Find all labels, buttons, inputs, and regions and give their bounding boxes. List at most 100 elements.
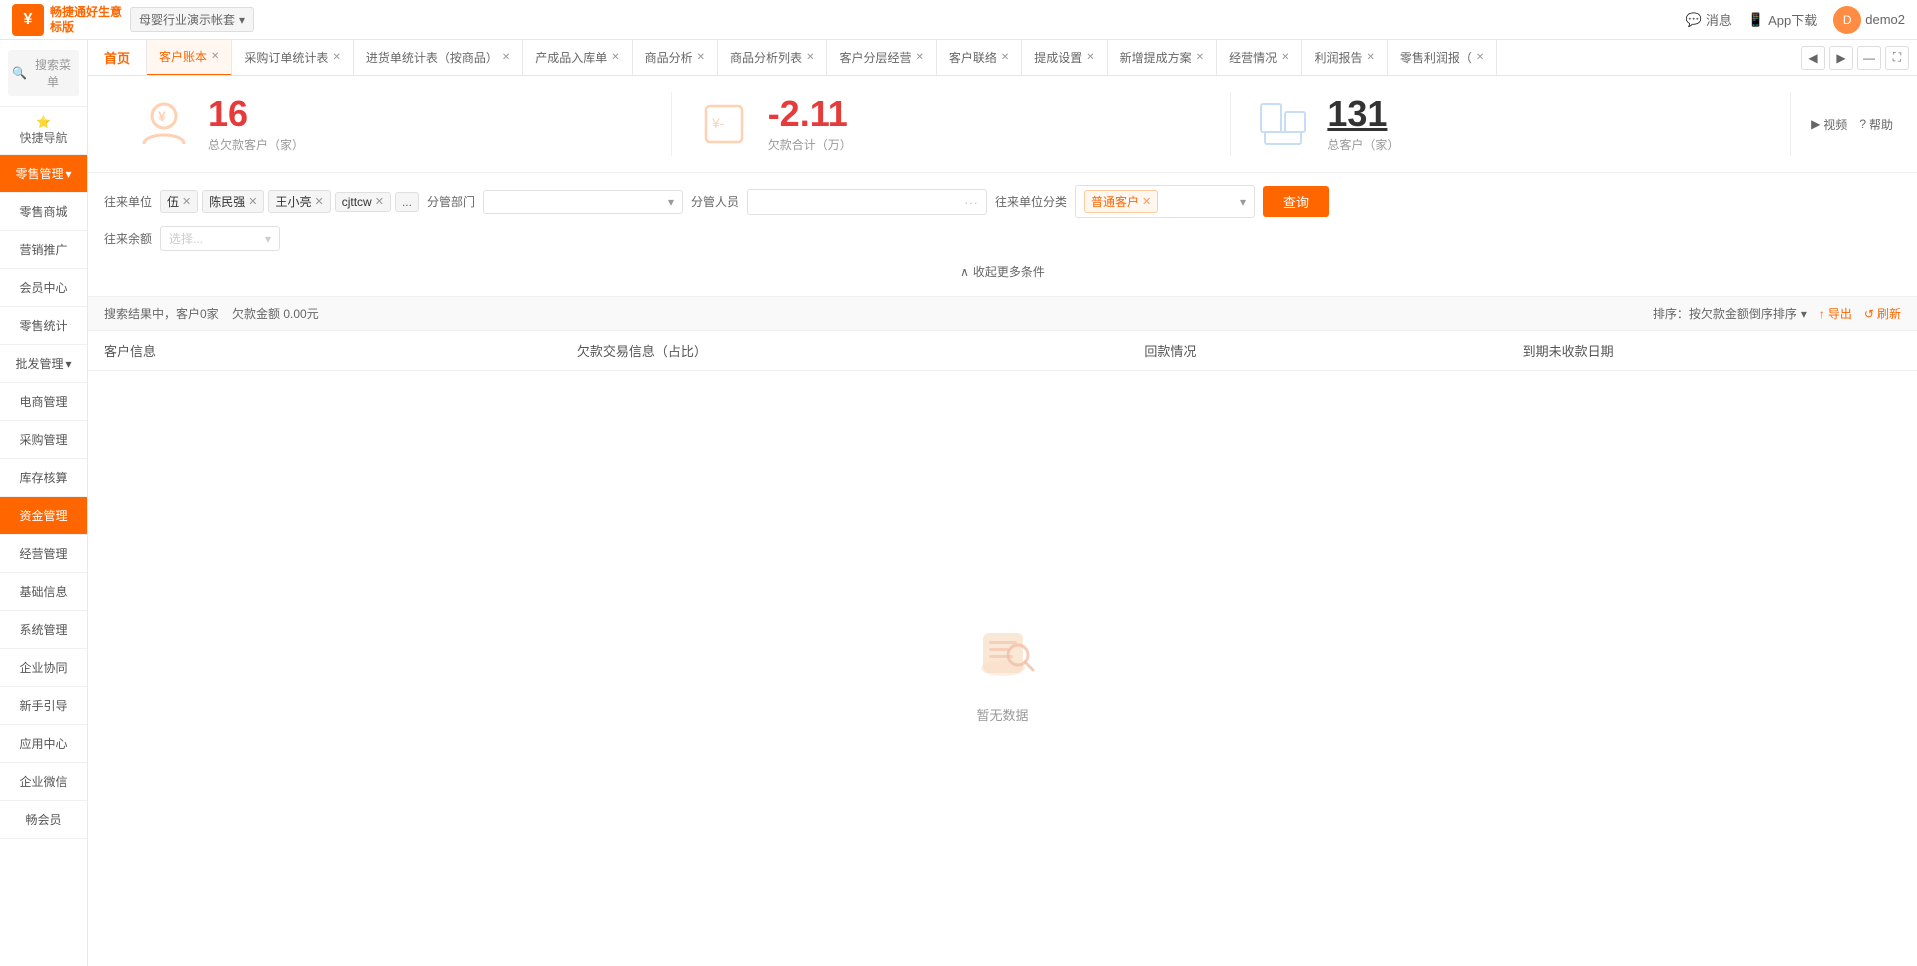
search-menu-button[interactable]: 🔍 搜索菜单 [8, 50, 79, 96]
tab-controls: ◀ ▶ — ⛶ [1793, 46, 1917, 70]
sort-button[interactable]: 排序：按欠款金额倒序排序 ▾ [1653, 305, 1807, 322]
total-customers-label: 总客户（家） [1327, 136, 1399, 153]
stat-block-debt-amount: ¥- -2.11 欠款合计（万） [672, 92, 1232, 156]
balance-filter-label: 往来余额 [104, 230, 152, 247]
sidebar-item-retail-stats[interactable]: 零售统计 [0, 307, 87, 345]
stat-data-total-customers: 131 总客户（家） [1327, 96, 1399, 153]
tab-customer-ledger[interactable]: 客户账本 ✕ [147, 40, 232, 76]
col-header-debt-info: 欠款交易信息（占比） [577, 341, 1144, 360]
tab-customer-layered[interactable]: 客户分层经营 ✕ [827, 40, 936, 76]
quick-nav-button[interactable]: ⭐ 快捷导航 [0, 107, 87, 155]
tab-close-icon[interactable]: ✕ [1196, 52, 1204, 63]
tab-close-icon[interactable]: ✕ [1281, 52, 1289, 63]
sidebar-item-purchase[interactable]: 采购管理 [0, 421, 87, 459]
tab-close-icon[interactable]: ✕ [1086, 52, 1094, 63]
debt-customers-icon: ¥ [132, 92, 196, 156]
help-link[interactable]: ? 帮助 [1859, 116, 1893, 133]
tab-product-analysis-list[interactable]: 商品分析列表 ✕ [718, 40, 827, 76]
refresh-button[interactable]: ↺ 刷新 [1864, 305, 1901, 322]
top-bar-left: ¥ 畅捷通好生意 标版 母婴行业演示帐套 ▾ [12, 4, 254, 36]
tab-maximize-button[interactable]: ⛶ [1885, 46, 1909, 70]
industry-selector[interactable]: 母婴行业演示帐套 ▾ [130, 7, 254, 32]
sidebar-item-basic-info[interactable]: 基础信息 [0, 573, 87, 611]
category-select[interactable]: 普通客户 ✕ ▾ [1075, 185, 1255, 218]
sidebar-item-enterprise-wechat[interactable]: 企业微信 [0, 763, 87, 801]
tab-close-icon[interactable]: ✕ [1476, 52, 1484, 63]
tab-retail-profit[interactable]: 零售利润报（ ✕ [1388, 40, 1497, 76]
sidebar-item-retail-management[interactable]: 零售管理 ▾ [0, 155, 87, 193]
person-select[interactable]: ··· [747, 189, 987, 215]
logo-area: ¥ 畅捷通好生意 标版 [12, 4, 122, 36]
filter-row-2: 往来余额 选择... ▾ [104, 226, 1901, 251]
tab-close-icon[interactable]: ✕ [806, 52, 814, 63]
tab-close-icon[interactable]: ✕ [915, 52, 923, 63]
dept-select[interactable]: ▾ [483, 190, 683, 214]
video-link[interactable]: ▶ 视频 [1811, 116, 1847, 133]
collapse-section: ∧ 收起更多条件 [104, 259, 1901, 284]
sidebar-item-newbie-guide[interactable]: 新手引导 [0, 687, 87, 725]
stats-actions: ▶ 视频 ? 帮助 [1791, 116, 1893, 133]
tab-commission-settings[interactable]: 提成设置 ✕ [1022, 40, 1107, 76]
sidebar-item-inventory[interactable]: 库存核算 [0, 459, 87, 497]
tab-operations[interactable]: 经营情况 ✕ [1217, 40, 1302, 76]
remove-tag-wu[interactable]: ✕ [182, 195, 191, 208]
total-customers-number: 131 [1327, 96, 1399, 132]
more-options-icon: ··· [964, 194, 978, 210]
remove-category-tag[interactable]: ✕ [1142, 195, 1151, 208]
sidebar-item-ecommerce[interactable]: 电商管理 [0, 383, 87, 421]
sidebar-item-operations[interactable]: 经营管理 [0, 535, 87, 573]
tab-minimize-button[interactable]: — [1857, 46, 1881, 70]
remove-tag-cjttcw[interactable]: ✕ [375, 195, 384, 208]
message-link[interactable]: 💬 消息 [1686, 10, 1732, 29]
sidebar-item-changhui[interactable]: 畅会员 [0, 801, 87, 839]
tab-close-icon[interactable]: ✕ [697, 52, 705, 63]
more-tags-button[interactable]: ... [395, 192, 419, 212]
sidebar-item-finance[interactable]: 资金管理 [0, 497, 87, 535]
tab-add-commission[interactable]: 新增提成方案 ✕ [1108, 40, 1217, 76]
search-result-text: 搜索结果中，客户0家 欠款金额 0.00元 [104, 305, 319, 322]
tab-home[interactable]: 首页 [88, 40, 147, 76]
export-button[interactable]: ↑ 导出 [1819, 305, 1852, 322]
tab-prev-button[interactable]: ◀ [1801, 46, 1825, 70]
sidebar-item-member-center[interactable]: 会员中心 [0, 269, 87, 307]
tab-close-icon[interactable]: ✕ [611, 52, 619, 63]
app-download-link[interactable]: 📱 App下载 [1748, 10, 1817, 29]
tab-close-icon[interactable]: ✕ [502, 52, 510, 63]
sidebar-item-wholesale[interactable]: 批发管理 ▾ [0, 345, 87, 383]
tab-product-inbound[interactable]: 产成品入库单 ✕ [523, 40, 632, 76]
remove-tag-chen[interactable]: ✕ [248, 195, 257, 208]
tab-product-analysis[interactable]: 商品分析 ✕ [633, 40, 718, 76]
stats-bar: ¥ 16 总欠款客户（家） ¥- [88, 76, 1917, 173]
stat-data-debt-customers: 16 总欠款客户（家） [208, 96, 304, 153]
tab-purchase-order[interactable]: 采购订单统计表 ✕ [232, 40, 353, 76]
stat-block-total-customers: 131 总客户（家） [1231, 92, 1791, 156]
col-header-customer-info: 客户信息 [104, 341, 577, 360]
balance-select[interactable]: 选择... ▾ [160, 226, 280, 251]
tab-bar: 首页 客户账本 ✕ 采购订单统计表 ✕ 进货单统计表（按商品） ✕ 产成品入库单… [88, 40, 1917, 76]
tab-next-button[interactable]: ▶ [1829, 46, 1853, 70]
unit-tag-wu: 伍 ✕ [160, 190, 198, 213]
tab-close-icon[interactable]: ✕ [1001, 52, 1009, 63]
query-button[interactable]: 查询 [1263, 186, 1329, 217]
tab-customer-contact[interactable]: 客户联络 ✕ [937, 40, 1022, 76]
empty-state-icon [963, 613, 1043, 693]
chevron-down-icon: ▾ [239, 13, 245, 27]
dept-filter-label: 分管部门 [427, 193, 475, 210]
tab-close-icon[interactable]: ✕ [332, 52, 340, 63]
debt-amount-icon: ¥- [692, 92, 756, 156]
collapse-button[interactable]: ∧ 收起更多条件 [104, 259, 1901, 284]
tab-close-icon[interactable]: ✕ [1367, 52, 1375, 63]
tab-purchase-stats[interactable]: 进货单统计表（按商品） ✕ [354, 40, 523, 76]
tab-profit-report[interactable]: 利润报告 ✕ [1302, 40, 1387, 76]
search-result-actions: 排序：按欠款金额倒序排序 ▾ ↑ 导出 ↺ 刷新 [1653, 305, 1901, 322]
sidebar-item-app-center[interactable]: 应用中心 [0, 725, 87, 763]
remove-tag-wang[interactable]: ✕ [315, 195, 324, 208]
unit-tag-wang: 王小亮 ✕ [268, 190, 330, 213]
sidebar-item-enterprise-collab[interactable]: 企业协同 [0, 649, 87, 687]
sidebar-item-system[interactable]: 系统管理 [0, 611, 87, 649]
unit-filter-label: 往来单位 [104, 193, 152, 210]
sidebar-item-retail-mall[interactable]: 零售商城 [0, 193, 87, 231]
tab-close-icon[interactable]: ✕ [211, 51, 219, 62]
user-profile[interactable]: D demo2 [1833, 6, 1905, 34]
sidebar-item-marketing[interactable]: 营销推广 [0, 231, 87, 269]
